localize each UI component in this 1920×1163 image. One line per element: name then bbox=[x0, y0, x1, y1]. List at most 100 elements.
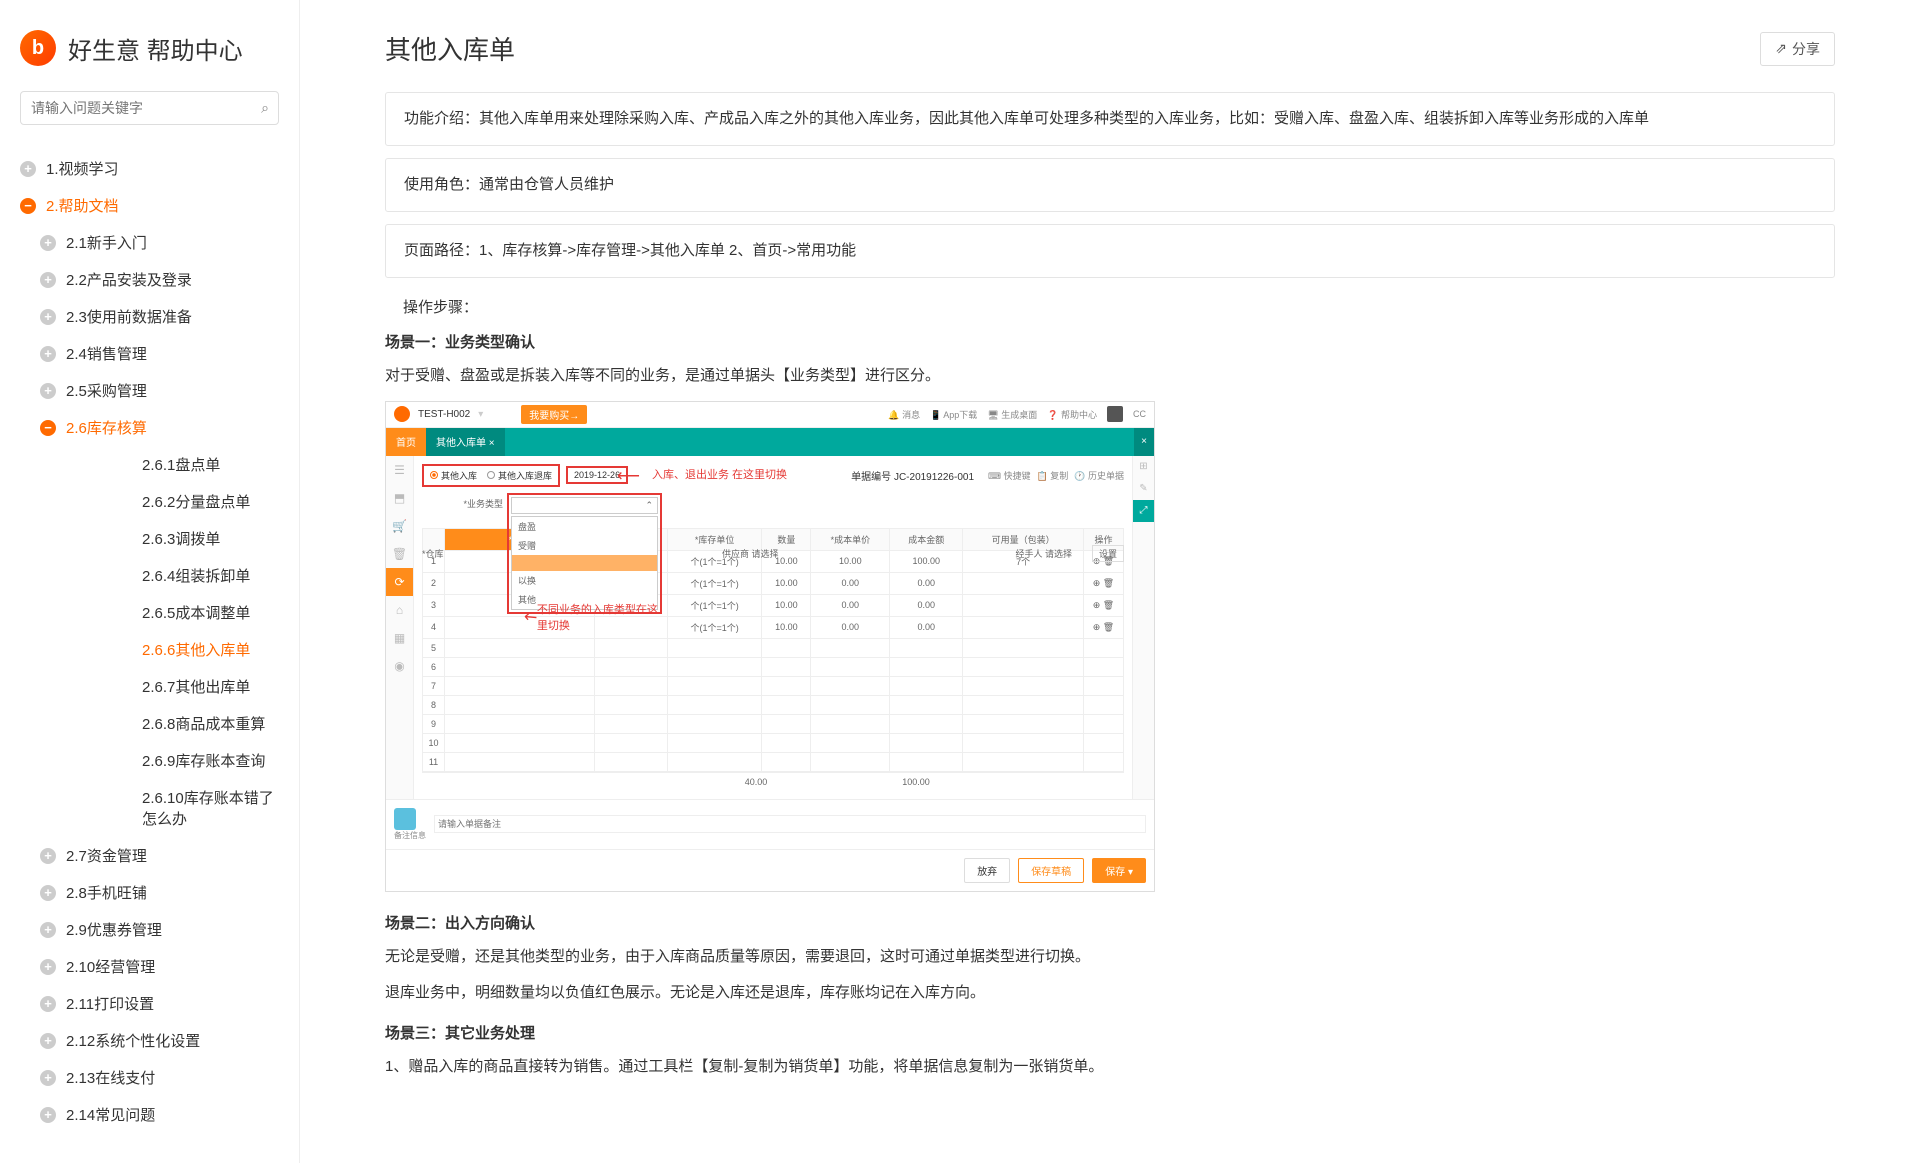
ss-avatar-icon bbox=[1107, 406, 1123, 422]
role-label: 使用角色： bbox=[404, 176, 479, 193]
nav-2-6-10[interactable]: 2.6.10库存账本错了怎么办 bbox=[80, 779, 279, 837]
page-title: 其他入库单 bbox=[385, 30, 515, 67]
ss-history: 🕐 历史单据 bbox=[1074, 469, 1124, 482]
nav-2-6-7[interactable]: 2.6.7其他出库单 bbox=[80, 668, 279, 705]
intro-box: 功能介绍：其他入库单用来处理除采购入库、产成品入库之外的其他入库业务，因此其他入… bbox=[385, 92, 1835, 146]
ss-rb-icon: ✎ bbox=[1133, 478, 1154, 500]
ss-draft-button: 保存草稿 bbox=[1018, 858, 1084, 883]
nav-2-6-9[interactable]: 2.6.9库存账本查询 bbox=[80, 742, 279, 779]
ss-msg: 🔔 消息 bbox=[888, 408, 920, 421]
ss-tab-active: 其他入库单 × bbox=[426, 428, 505, 456]
ss-warehouse-label: *仓库 bbox=[422, 547, 444, 560]
steps-label: 操作步骤： bbox=[385, 296, 1835, 317]
nav-2-6-4[interactable]: 2.6.4组装拆卸单 bbox=[80, 557, 279, 594]
nav-2-13[interactable]: 2.13在线支付 bbox=[40, 1059, 279, 1096]
nav-2-4[interactable]: 2.4销售管理 bbox=[40, 335, 279, 372]
ss-help: ❓ 帮助中心 bbox=[1047, 408, 1097, 421]
nav-2-3[interactable]: 2.3使用前数据准备 bbox=[40, 298, 279, 335]
path-text: 1、库存核算->库存管理->其他入库单 2、首页->常用功能 bbox=[479, 242, 856, 259]
nav-2-6[interactable]: 2.6库存核算 bbox=[40, 409, 279, 446]
ss-buy-button: 我要购买→ bbox=[521, 405, 587, 424]
nav-2-6-5[interactable]: 2.6.5成本调整单 bbox=[80, 594, 279, 631]
nav-2-10[interactable]: 2.10经营管理 bbox=[40, 948, 279, 985]
ss-lnav-icon: ▦ bbox=[386, 624, 413, 652]
ss-remark-input bbox=[434, 815, 1146, 833]
scenario-2-title: 场景二：出入方向确认 bbox=[385, 912, 1835, 933]
app-screenshot: TEST-H002 ▾ 我要购买→ 🔔 消息 📱 App下载 🖥 生成桌面 ❓ … bbox=[385, 401, 1155, 892]
ss-lnav-icon: ⬒ bbox=[386, 484, 413, 512]
ss-save-button: 保存 ▾ bbox=[1092, 858, 1146, 883]
share-icon: ⇗ bbox=[1775, 40, 1787, 57]
nav-2-6-1[interactable]: 2.6.1盘点单 bbox=[80, 446, 279, 483]
logo-row: b 好生意 帮助中心 bbox=[20, 30, 279, 66]
ss-remark-icon bbox=[394, 808, 416, 830]
ss-account: TEST-H002 bbox=[418, 409, 470, 420]
ss-clerk-label: 经手人 请选择 bbox=[1015, 547, 1072, 560]
nav-2-14[interactable]: 2.14常见问题 bbox=[40, 1096, 279, 1133]
ss-supplier-label: 供应商 请选择 bbox=[722, 547, 779, 560]
scenario-3-title: 场景三：其它业务处理 bbox=[385, 1022, 1835, 1043]
site-title: 好生意 帮助中心 bbox=[68, 31, 243, 66]
ss-lnav-icon: 🛒 bbox=[386, 512, 413, 540]
ss-rb-icon: ⊞ bbox=[1133, 456, 1154, 478]
nav-2-5[interactable]: 2.5采购管理 bbox=[40, 372, 279, 409]
nav-2-6-6[interactable]: 2.6.6其他入库单 bbox=[80, 631, 279, 668]
ss-tab-home: 首页 bbox=[386, 428, 426, 456]
ss-close-icon: × bbox=[1134, 428, 1154, 456]
main-content: 其他入库单 ⇗分享 功能介绍：其他入库单用来处理除采购入库、产成品入库之外的其他… bbox=[300, 0, 1920, 1163]
nav-2-9[interactable]: 2.9优惠券管理 bbox=[40, 911, 279, 948]
nav-2-1[interactable]: 2.1新手入门 bbox=[40, 224, 279, 261]
ss-discard-button: 放弃 bbox=[964, 858, 1010, 883]
scenario-2-p1: 无论是受赠，还是其他类型的业务，由于入库商品质量等原因，需要退回，这时可通过单据… bbox=[385, 943, 1835, 972]
intro-text: 其他入库单用来处理除采购入库、产成品入库之外的其他入库业务，因此其他入库单可处理… bbox=[479, 110, 1649, 127]
search-icon[interactable]: ⌕ bbox=[261, 100, 269, 117]
ss-right-toolbar: ⊞ ✎ ⤢ bbox=[1132, 456, 1154, 799]
ss-app: 📱 App下载 bbox=[930, 408, 977, 421]
ss-setting: 设置 bbox=[1092, 545, 1124, 562]
ss-lnav-icon: ☰ bbox=[386, 456, 413, 484]
intro-label: 功能介绍： bbox=[404, 110, 479, 127]
path-label: 页面路径： bbox=[404, 242, 479, 259]
nav-2-7[interactable]: 2.7资金管理 bbox=[40, 837, 279, 874]
ss-totals: 40.00100.00 bbox=[422, 772, 1124, 791]
ss-lnav-icon: ⌂ bbox=[386, 596, 413, 624]
share-button[interactable]: ⇗分享 bbox=[1760, 32, 1835, 66]
ss-radio-group: 其他入库 其他入库退库 bbox=[422, 464, 560, 487]
nav-2-6-2[interactable]: 2.6.2分量盘点单 bbox=[80, 483, 279, 520]
logo-icon: b bbox=[20, 30, 56, 66]
ss-annotation-2: 不同业务的入库类型在这里切换 bbox=[537, 601, 662, 633]
ss-left-nav: ☰ ⬒ 🛒 🗑 ⟳ ⌂ ▦ ◉ bbox=[386, 456, 414, 799]
nav-help-docs[interactable]: 2.帮助文档 bbox=[20, 187, 279, 224]
nav-2-6-3[interactable]: 2.6.3调拨单 bbox=[80, 520, 279, 557]
ss-rb-icon-active: ⤢ bbox=[1133, 500, 1154, 522]
ss-copy: 📋 复制 bbox=[1037, 469, 1069, 482]
nav-2-11[interactable]: 2.11打印设置 bbox=[40, 985, 279, 1022]
scenario-2-p2: 退库业务中，明细数量均以负值红色展示。无论是入库还是退库，库存账均记在入库方向。 bbox=[385, 979, 1835, 1008]
nav-video-learning[interactable]: 1.视频学习 bbox=[20, 150, 279, 187]
nav-2-8[interactable]: 2.8手机旺铺 bbox=[40, 874, 279, 911]
scenario-1-title: 场景一：业务类型确认 bbox=[385, 331, 1835, 352]
role-box: 使用角色：通常由仓管人员维护 bbox=[385, 158, 1835, 212]
nav-2-6-8[interactable]: 2.6.8商品成本重算 bbox=[80, 705, 279, 742]
role-text: 通常由仓管人员维护 bbox=[479, 176, 614, 193]
ss-btype-select: ⌃ 盘盈 受赠 以换 其他 bbox=[507, 493, 662, 614]
ss-desktop: 🖥 生成桌面 bbox=[987, 408, 1037, 421]
ss-lnav-icon: ◉ bbox=[386, 652, 413, 680]
nav-2-12[interactable]: 2.12系统个性化设置 bbox=[40, 1022, 279, 1059]
ss-logo-icon bbox=[394, 406, 410, 422]
ss-shortcut: ⌨ 快捷键 bbox=[988, 469, 1031, 482]
ss-btype-label: *业务类型 bbox=[464, 497, 504, 510]
scenario-3-p1: 1、赠品入库的商品直接转为销售。通过工具栏【复制-复制为销货单】功能，将单据信息… bbox=[385, 1053, 1835, 1082]
path-box: 页面路径：1、库存核算->库存管理->其他入库单 2、首页->常用功能 bbox=[385, 224, 1835, 278]
ss-annotation-1: 入库、退出业务 在这里切换 bbox=[652, 466, 787, 482]
search-box: ⌕ bbox=[20, 91, 279, 125]
sidebar: b 好生意 帮助中心 ⌕ 1.视频学习 2.帮助文档 2.1新手入门 2.2产品… bbox=[0, 0, 300, 1163]
arrow-icon: ⟵ bbox=[617, 466, 640, 486]
ss-docno: 单据编号 JC-20191226-001 bbox=[851, 468, 974, 483]
ss-lnav-icon-active: ⟳ bbox=[386, 568, 413, 596]
search-input[interactable] bbox=[20, 91, 279, 125]
ss-lnav-icon: 🗑 bbox=[386, 540, 413, 568]
nav-2-2[interactable]: 2.2产品安装及登录 bbox=[40, 261, 279, 298]
ss-user: CC bbox=[1133, 409, 1146, 419]
scenario-1-text: 对于受赠、盘盈或是拆装入库等不同的业务，是通过单据头【业务类型】进行区分。 bbox=[385, 362, 1835, 391]
